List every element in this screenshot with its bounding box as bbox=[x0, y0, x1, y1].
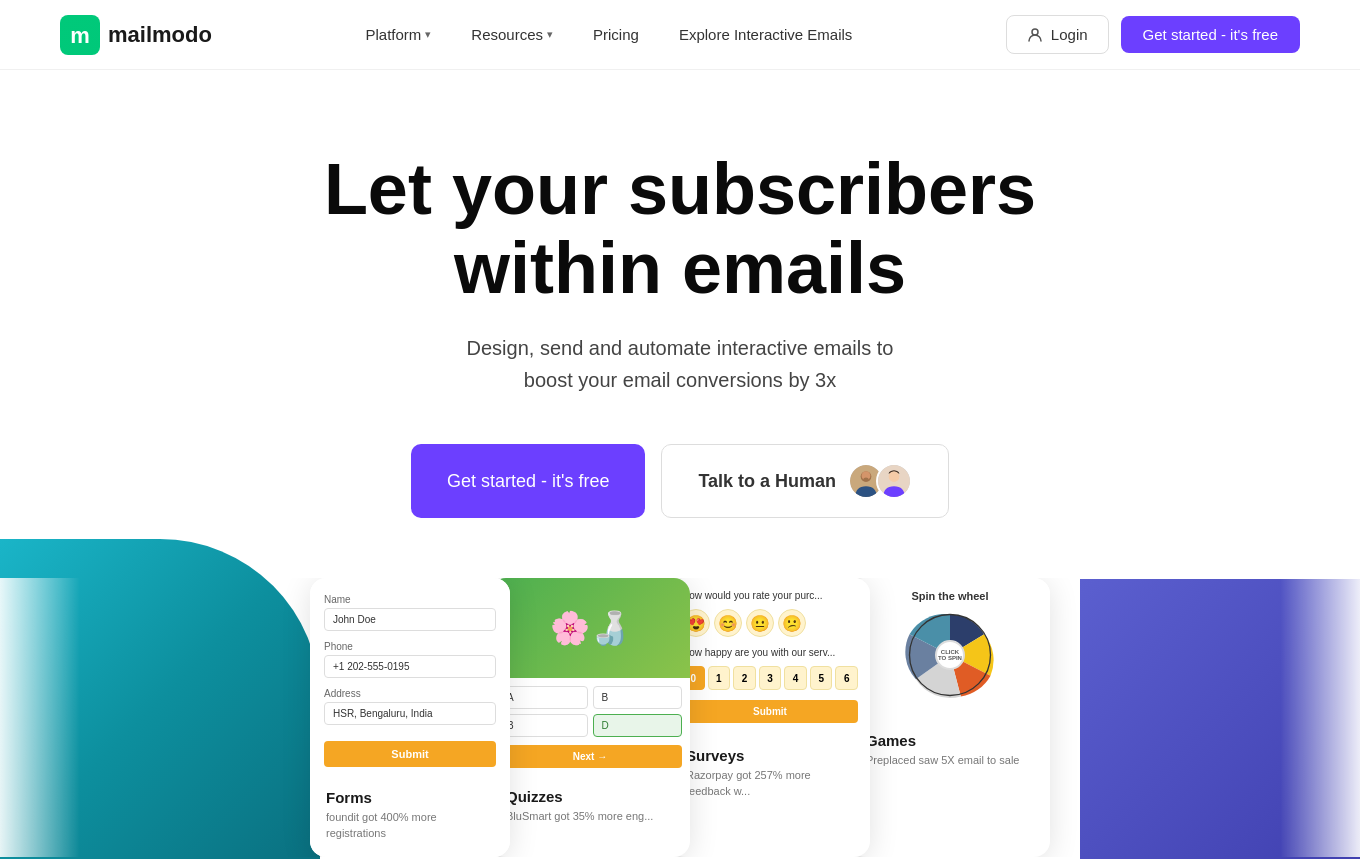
avatar-group bbox=[848, 463, 912, 499]
form-phone-input: +1 202-555-0195 bbox=[324, 655, 496, 678]
games-card-footer: Games Preplaced saw 5X email to sale bbox=[850, 720, 1050, 784]
form-name-label: Name bbox=[324, 594, 496, 605]
surveys-card-desc: Razorpay got 257% more feedback w... bbox=[686, 768, 854, 799]
nav-resources[interactable]: Resources ▾ bbox=[455, 18, 569, 51]
num-3: 3 bbox=[759, 666, 782, 690]
nav-interactive-emails[interactable]: Explore Interactive Emails bbox=[663, 18, 868, 51]
person-icon bbox=[1027, 27, 1043, 43]
emoji-row: 😍 😊 😐 😕 bbox=[682, 609, 858, 637]
quiz-option-d: D bbox=[593, 714, 683, 737]
hero-subtext: Design, send and automate interactive em… bbox=[40, 332, 1320, 396]
card-quizzes: 🌸🍶 A B B D Next → Quizzes BluSmart got 3… bbox=[490, 578, 690, 857]
form-address-input: HSR, Bengaluru, India bbox=[324, 702, 496, 725]
number-row: 0 1 2 3 4 5 6 bbox=[682, 666, 858, 690]
quiz-option-b1: B bbox=[593, 686, 683, 709]
emoji-2: 😊 bbox=[714, 609, 742, 637]
games-preview: Spin the wheel bbox=[850, 578, 1050, 720]
quizzes-card-footer: Quizzes BluSmart got 35% more eng... bbox=[490, 776, 690, 840]
emoji-4: 😕 bbox=[778, 609, 806, 637]
num-6: 6 bbox=[835, 666, 858, 690]
hero-get-started-button[interactable]: Get started - it's free bbox=[411, 444, 646, 518]
surveys-card-title: Surveys bbox=[686, 747, 854, 764]
logo[interactable]: m mailmodo bbox=[60, 15, 212, 55]
forms-preview: Name John Doe Phone +1 202-555-0195 Addr… bbox=[310, 578, 510, 777]
cards-section: Name John Doe Phone +1 202-555-0195 Addr… bbox=[0, 578, 1360, 857]
nav-pricing[interactable]: Pricing bbox=[577, 18, 655, 51]
svg-text:m: m bbox=[70, 22, 90, 47]
hero-section: Let your subscribers within emails Desig… bbox=[0, 70, 1360, 578]
form-phone-field: Phone +1 202-555-0195 bbox=[324, 641, 496, 678]
survey-preview: How would you rate your purc... 😍 😊 😐 😕 … bbox=[670, 578, 870, 735]
svg-point-9 bbox=[890, 472, 899, 481]
survey-q2: How happy are you with our serv... bbox=[682, 647, 858, 658]
nav-platform-chevron: ▾ bbox=[425, 28, 431, 41]
forms-card-title: Forms bbox=[326, 789, 494, 806]
nav-resources-chevron: ▾ bbox=[547, 28, 553, 41]
hero-talk-to-human-button[interactable]: Talk to a Human bbox=[661, 444, 949, 518]
num-5: 5 bbox=[810, 666, 833, 690]
survey-submit-button[interactable]: Submit bbox=[682, 700, 858, 723]
quiz-next-button[interactable]: Next → bbox=[498, 745, 682, 768]
card-forms: Name John Doe Phone +1 202-555-0195 Addr… bbox=[310, 578, 510, 857]
login-button[interactable]: Login bbox=[1006, 15, 1109, 54]
quizzes-card-desc: BluSmart got 35% more eng... bbox=[506, 809, 674, 824]
quiz-options: A B B D bbox=[490, 678, 690, 745]
main-nav: Platform ▾ Resources ▾ Pricing Explore I… bbox=[349, 18, 868, 51]
form-name-input: John Doe bbox=[324, 608, 496, 631]
form-address-label: Address bbox=[324, 688, 496, 699]
quiz-option-b2: B bbox=[498, 714, 588, 737]
games-card-desc: Preplaced saw 5X email to sale bbox=[866, 753, 1034, 768]
spin-wheel-title: Spin the wheel bbox=[862, 590, 1038, 602]
forms-card-desc: foundit got 400% more registrations bbox=[326, 810, 494, 841]
header-actions: Login Get started - it's free bbox=[1006, 15, 1300, 54]
survey-q1: How would you rate your purc... bbox=[682, 590, 858, 601]
logo-icon: m bbox=[60, 15, 100, 55]
form-phone-label: Phone bbox=[324, 641, 496, 652]
cards-container: Name John Doe Phone +1 202-555-0195 Addr… bbox=[20, 578, 1340, 857]
svg-point-6 bbox=[863, 478, 868, 482]
forms-card-footer: Forms foundit got 400% more registration… bbox=[310, 777, 510, 857]
header: m mailmodo Platform ▾ Resources ▾ Pricin… bbox=[0, 0, 1360, 70]
num-4: 4 bbox=[784, 666, 807, 690]
wheel-container: CLICKTO SPIN bbox=[905, 610, 995, 700]
quiz-image: 🌸🍶 bbox=[490, 578, 690, 678]
avatar-2 bbox=[876, 463, 912, 499]
card-games: Spin the wheel bbox=[850, 578, 1050, 857]
emoji-3: 😐 bbox=[746, 609, 774, 637]
num-2: 2 bbox=[733, 666, 756, 690]
quizzes-card-title: Quizzes bbox=[506, 788, 674, 805]
surveys-card-footer: Surveys Razorpay got 257% more feedback … bbox=[670, 735, 870, 815]
header-get-started-button[interactable]: Get started - it's free bbox=[1121, 16, 1300, 53]
quiz-option-a: A bbox=[498, 686, 588, 709]
nav-platform[interactable]: Platform ▾ bbox=[349, 18, 447, 51]
form-address-field: Address HSR, Bengaluru, India bbox=[324, 688, 496, 725]
form-submit-button[interactable]: Submit bbox=[324, 741, 496, 767]
num-1: 1 bbox=[708, 666, 731, 690]
quiz-preview: 🌸🍶 A B B D Next → bbox=[490, 578, 690, 776]
wheel-center-text[interactable]: CLICKTO SPIN bbox=[935, 640, 965, 670]
hero-headline: Let your subscribers within emails bbox=[40, 150, 1320, 308]
card-surveys: How would you rate your purc... 😍 😊 😐 😕 … bbox=[670, 578, 870, 857]
form-name-field: Name John Doe bbox=[324, 594, 496, 631]
svg-point-2 bbox=[1032, 29, 1038, 35]
hero-buttons: Get started - it's free Talk to a Human bbox=[40, 444, 1320, 518]
logo-text: mailmodo bbox=[108, 22, 212, 48]
games-card-title: Games bbox=[866, 732, 1034, 749]
